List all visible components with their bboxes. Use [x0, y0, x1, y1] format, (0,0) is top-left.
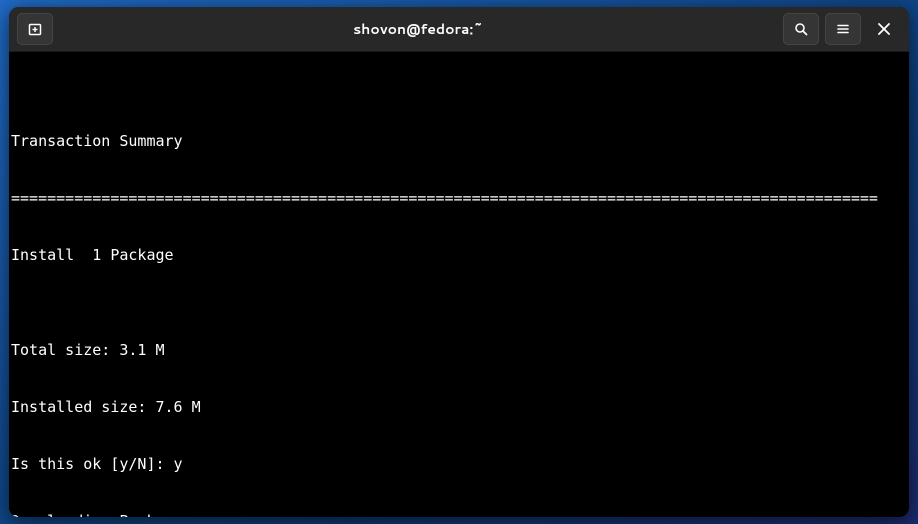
new-tab-button[interactable] — [17, 13, 53, 45]
hamburger-icon — [835, 21, 851, 37]
close-button[interactable] — [867, 14, 901, 44]
search-icon — [793, 21, 809, 37]
titlebar: shovon@fedora:~ — [9, 7, 909, 52]
terminal-line: Is this ok [y/N]: y — [11, 455, 907, 474]
terminal-window: shovon@fedora:~ — [9, 7, 909, 517]
terminal-line: Install 1 Package — [11, 246, 907, 265]
terminal-line: Downloading Packages: — [11, 512, 907, 517]
terminal-line: Installed size: 7.6 M — [11, 398, 907, 417]
close-icon — [877, 22, 891, 36]
terminal-line: ========================================… — [11, 189, 907, 208]
titlebar-right-group — [783, 13, 901, 45]
terminal-line: Transaction Summary — [11, 132, 907, 151]
window-title: shovon@fedora:~ — [53, 19, 783, 39]
menu-button[interactable] — [825, 13, 861, 45]
terminal-body[interactable]: Transaction Summary ====================… — [9, 52, 909, 517]
search-button[interactable] — [783, 13, 819, 45]
terminal-line: Total size: 3.1 M — [11, 341, 907, 360]
